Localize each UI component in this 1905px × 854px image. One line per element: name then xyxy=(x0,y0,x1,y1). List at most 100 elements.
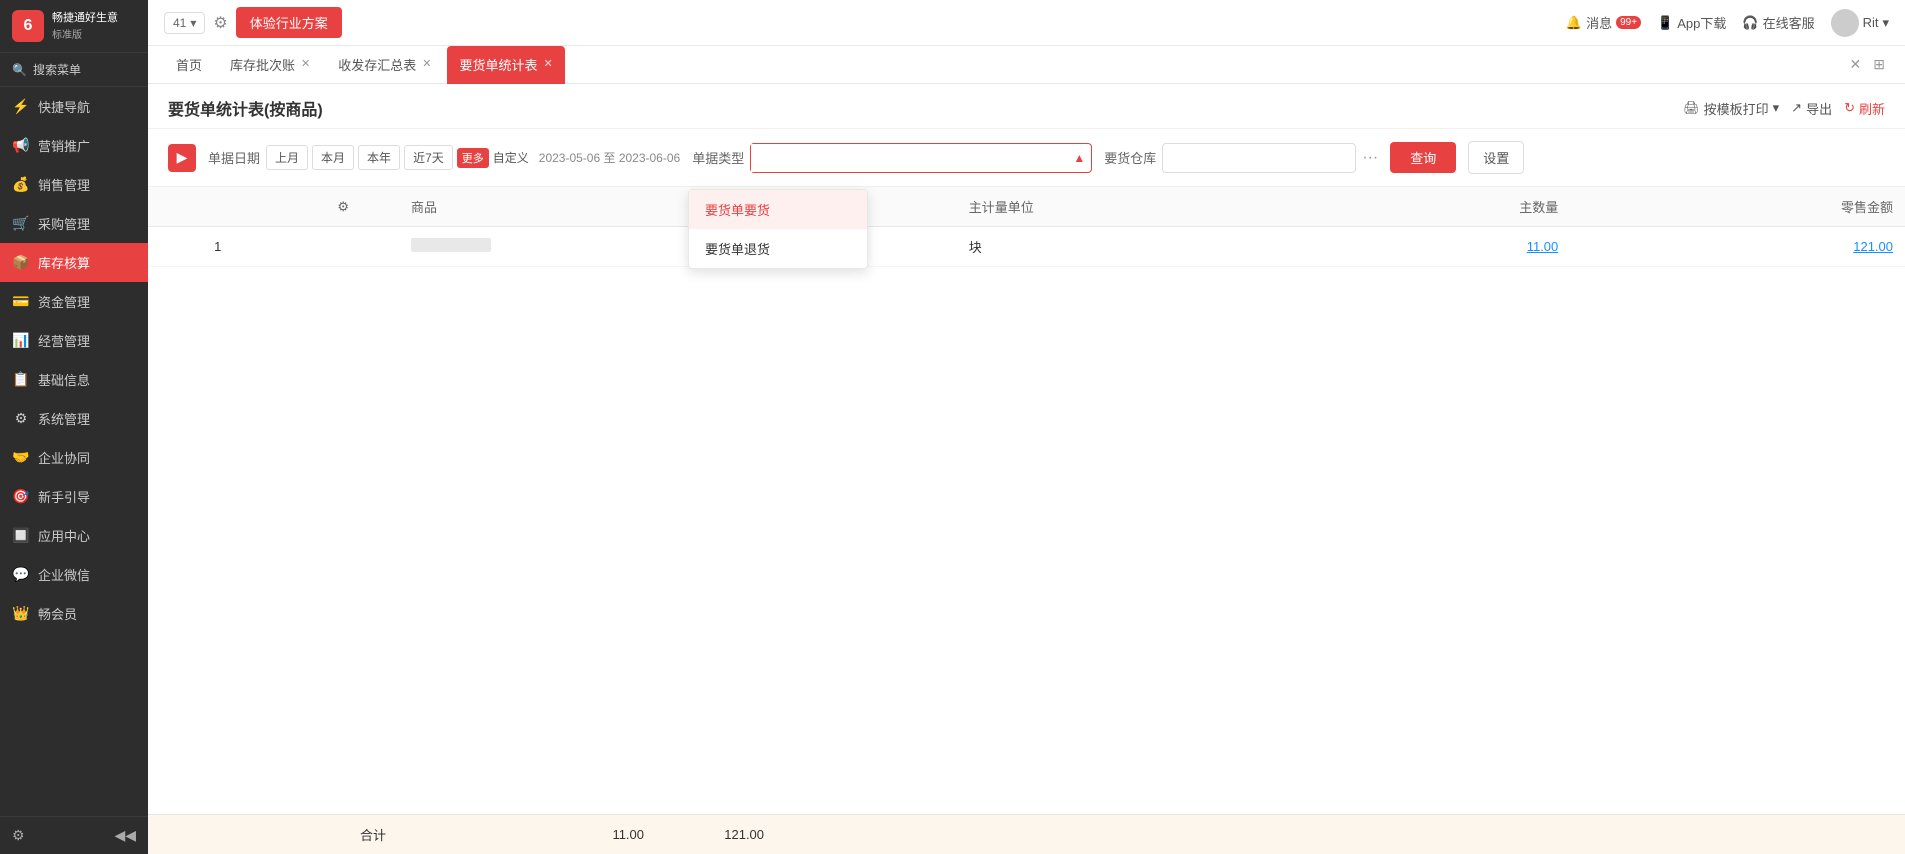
settings-footer-icon[interactable]: ⚙ xyxy=(12,827,25,844)
table-header-row: ⚙ 商品 主计量单位 主数量 零售金额 xyxy=(148,187,1905,227)
sidebar-item-collab[interactable]: 🤝 企业协同 xyxy=(0,438,148,477)
tab-order-stats-close[interactable]: ✕ xyxy=(544,59,553,70)
guide-icon: 🎯 xyxy=(12,488,30,506)
close-all-tabs-button[interactable]: ✕ xyxy=(1846,52,1866,77)
sidebar-item-system[interactable]: ⚙ 系统管理 xyxy=(0,399,148,438)
print-template-label: 按模板打印 xyxy=(1704,99,1769,118)
sidebar-item-finance[interactable]: 💳 资金管理 xyxy=(0,282,148,321)
system-icon: ⚙ xyxy=(12,410,30,428)
user-menu[interactable]: Rit ▾ xyxy=(1831,9,1889,37)
sidebar-item-basic[interactable]: 📋 基础信息 xyxy=(0,360,148,399)
print-template-button[interactable]: 🖨 按模板打印 ▾ xyxy=(1683,99,1779,118)
page-container: 要货单统计表(按商品) 🖨 按模板打印 ▾ ↗ 导出 ↻ 刷新 xyxy=(148,84,1905,854)
type-filter-group: 单据类型 ▲ xyxy=(692,143,1092,173)
query-button[interactable]: 查询 xyxy=(1390,142,1456,173)
sidebar-item-quick-nav[interactable]: ⚡ 快捷导航 xyxy=(0,87,148,126)
chevron-down-icon: ▾ xyxy=(1882,15,1889,31)
date-btn-last-7-days[interactable]: 近7天 xyxy=(404,145,453,170)
row-amount: 121.00 xyxy=(1570,227,1905,267)
sidebar-item-guide[interactable]: 🎯 新手引导 xyxy=(0,477,148,516)
type-select-arrow-up-icon[interactable]: ▲ xyxy=(1067,151,1091,165)
sidebar-item-sales[interactable]: 💰 销售管理 xyxy=(0,165,148,204)
phone-icon: 📱 xyxy=(1657,15,1673,31)
export-button[interactable]: ↗ 导出 xyxy=(1791,99,1832,118)
sidebar-footer: ⚙ ◀◀ xyxy=(0,816,148,854)
column-settings-button[interactable]: 设置 xyxy=(1468,141,1524,174)
row-settings xyxy=(287,227,399,267)
member-icon: 👑 xyxy=(12,605,30,623)
tab-receive-summary[interactable]: 收发存汇总表 ✕ xyxy=(326,46,443,84)
sidebar-item-member[interactable]: 👑 畅会员 xyxy=(0,594,148,633)
export-label: 导出 xyxy=(1806,99,1832,118)
type-dropdown-menu: 要货单要货 要货单退货 xyxy=(688,189,868,269)
date-btn-this-year[interactable]: 本年 xyxy=(358,145,400,170)
tab-inventory-batch-close[interactable]: ✕ xyxy=(301,59,310,70)
tabs-end-actions: ✕ ⊞ xyxy=(1846,52,1889,77)
date-btn-last-month[interactable]: 上月 xyxy=(266,145,308,170)
purchase-icon: 🛒 xyxy=(12,215,30,233)
date-shortcuts: 上月 本月 本年 近7天 更多 自定义 xyxy=(266,145,529,170)
topbar-right: 🔔 消息 99+ 📱 App下载 🎧 在线客服 Rit ▾ xyxy=(1566,9,1889,37)
messages-button[interactable]: 🔔 消息 99+ xyxy=(1566,13,1641,32)
online-service-button[interactable]: 🎧 在线客服 xyxy=(1742,13,1814,32)
sidebar-item-marketing[interactable]: 📢 营销推广 xyxy=(0,126,148,165)
sidebar-item-purchase[interactable]: 🛒 采购管理 xyxy=(0,204,148,243)
sidebar-item-operation[interactable]: 📊 经营管理 xyxy=(0,321,148,360)
table-footer: 合计 11.00 121.00 xyxy=(148,814,1905,854)
row-amount-link[interactable]: 121.00 xyxy=(1853,239,1893,254)
tab-order-stats-label: 要货单统计表 xyxy=(459,55,537,74)
logo-icon: 6 xyxy=(12,10,44,42)
bell-icon: 🔔 xyxy=(1566,15,1582,31)
page-actions: 🖨 按模板打印 ▾ ↗ 导出 ↻ 刷新 xyxy=(1683,99,1885,118)
date-range-display: 2023-05-06 至 2023-06-06 xyxy=(539,149,680,166)
tab-home[interactable]: 首页 xyxy=(164,46,214,84)
app-download-button[interactable]: 📱 App下载 xyxy=(1657,13,1726,32)
sidebar-item-label: 销售管理 xyxy=(38,175,90,194)
tab-inventory-batch-label: 库存批次账 xyxy=(230,55,295,74)
app-name: 畅捷通好生意 xyxy=(52,11,118,26)
main-area: 41 ▾ ⚙ 体验行业方案 🔔 消息 99+ 📱 App下载 🎧 在线客服 xyxy=(148,0,1905,854)
filter-toggle-button[interactable]: ▶ xyxy=(168,144,196,172)
tab-order-stats[interactable]: 要货单统计表 ✕ xyxy=(447,46,564,84)
chevron-down-icon: ▾ xyxy=(190,16,196,30)
settings-icon[interactable]: ⚙ xyxy=(213,13,227,33)
row-qty-link[interactable]: 11.00 xyxy=(1527,239,1559,254)
row-index: 1 xyxy=(148,227,287,267)
tab-receive-summary-label: 收发存汇总表 xyxy=(338,55,416,74)
date-custom-btn[interactable]: 自定义 xyxy=(493,149,529,166)
row-qty: 11.00 xyxy=(1236,227,1571,267)
tab-inventory-batch[interactable]: 库存批次账 ✕ xyxy=(218,46,322,84)
col-qty-header: 主数量 xyxy=(1236,187,1571,227)
print-icon: 🖨 xyxy=(1683,100,1700,116)
date-more-badge[interactable]: 更多 xyxy=(457,148,489,168)
dropdown-item-order[interactable]: 要货单要货 xyxy=(689,190,867,229)
dropdown-item-return[interactable]: 要货单退货 xyxy=(689,229,867,268)
refresh-button[interactable]: ↻ 刷新 xyxy=(1844,99,1885,118)
search-menu[interactable]: 🔍 搜索菜单 xyxy=(0,53,148,87)
messages-label: 消息 xyxy=(1586,13,1612,32)
app-sub: 标准版 xyxy=(52,26,118,41)
export-icon: ↗ xyxy=(1791,100,1802,116)
store-selector[interactable]: 41 ▾ xyxy=(164,12,205,34)
sidebar-item-inventory[interactable]: 📦 库存核算 xyxy=(0,243,148,282)
date-btn-this-month[interactable]: 本月 xyxy=(312,145,354,170)
table-wrapper: ⚙ 商品 主计量单位 主数量 零售金额 1 xyxy=(148,187,1905,814)
online-service-label: 在线客服 xyxy=(1763,13,1815,32)
collapse-sidebar-button[interactable]: ◀◀ xyxy=(114,827,136,844)
collab-icon: 🤝 xyxy=(12,449,30,467)
type-filter-input[interactable] xyxy=(751,144,1067,172)
warehouse-filter-input[interactable] xyxy=(1162,143,1356,173)
app-download-label: App下载 xyxy=(1677,13,1726,32)
col-settings-header[interactable]: ⚙ xyxy=(287,187,399,227)
sidebar-item-appstore[interactable]: 🔲 应用中心 xyxy=(0,516,148,555)
trial-button[interactable]: 体验行业方案 xyxy=(236,7,342,38)
sidebar-item-wechat[interactable]: 💬 企业微信 xyxy=(0,555,148,594)
expand-tabs-button[interactable]: ⊞ xyxy=(1869,52,1889,77)
tab-receive-summary-close[interactable]: ✕ xyxy=(422,59,431,70)
sidebar-item-label: 营销推广 xyxy=(38,136,90,155)
more-filters-icon[interactable]: ··· xyxy=(1362,149,1378,167)
topbar-left: 41 ▾ ⚙ 体验行业方案 xyxy=(164,7,342,38)
type-filter-label: 单据类型 xyxy=(692,148,744,167)
type-filter-select[interactable]: ▲ xyxy=(750,143,1092,173)
sidebar-item-label: 采购管理 xyxy=(38,214,90,233)
